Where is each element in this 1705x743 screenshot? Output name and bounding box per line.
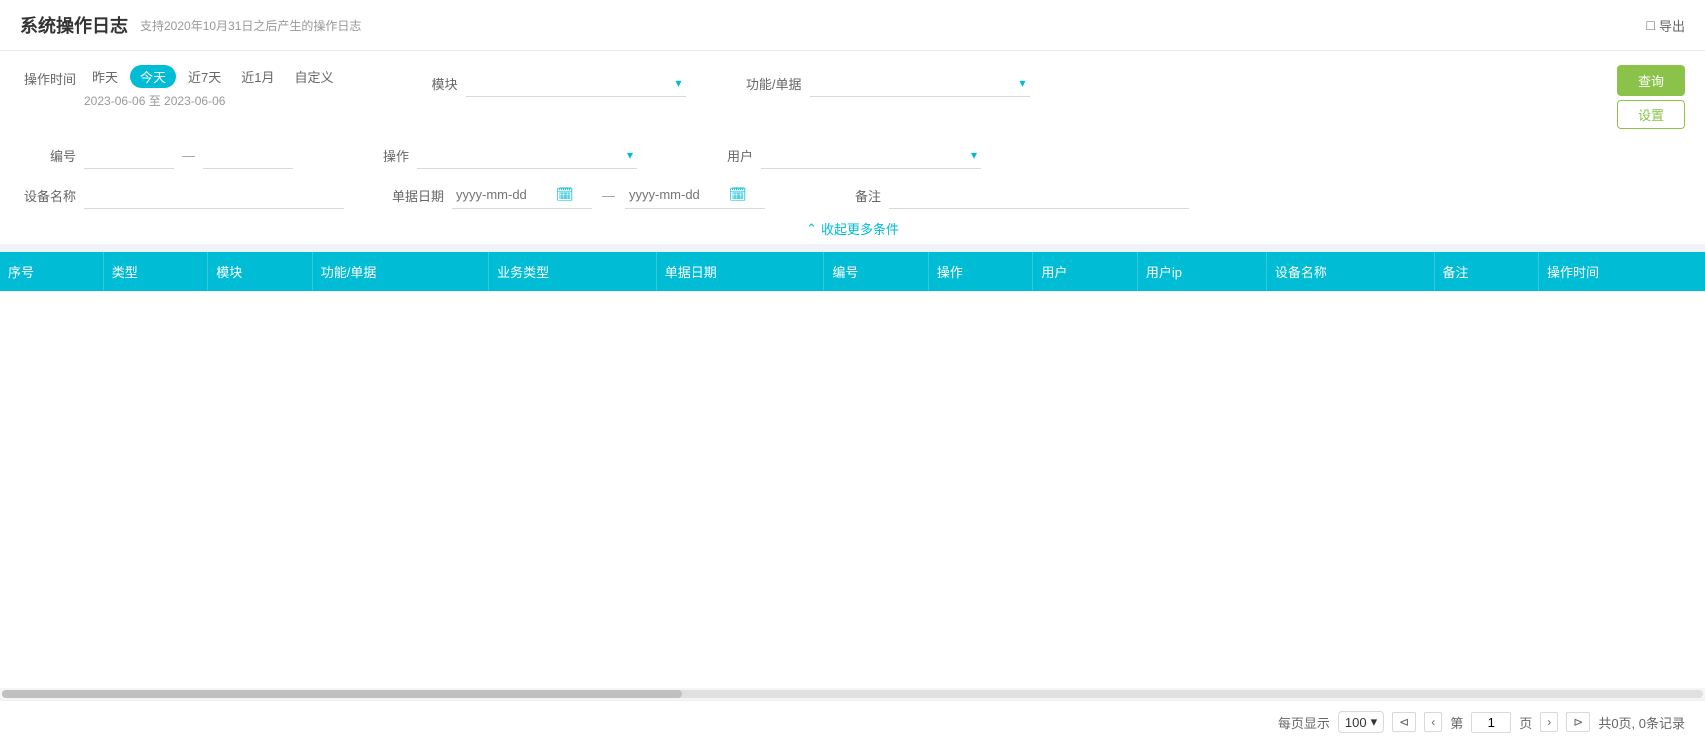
collapse-row[interactable]: ⌃ 收起更多条件 xyxy=(20,213,1685,244)
function-label: 功能/单据 xyxy=(746,74,802,93)
filter-section: 操作时间 昨天 今天 近7天 近1月 自定义 2023-06-06 至 2023… xyxy=(0,51,1705,244)
date-range: 🗓 — 🗓 xyxy=(452,181,765,209)
header-left: 系统操作日志 支持2020年10月31日之后产生的操作日志 xyxy=(20,12,361,38)
page-size-chevron-icon: ▾ xyxy=(1371,714,1378,730)
device-label: 设备名称 xyxy=(20,186,76,205)
settings-button[interactable]: 设置 xyxy=(1617,100,1685,129)
operation-label: 操作 xyxy=(353,146,409,165)
time-buttons-row: 昨天 今天 近7天 近1月 自定义 xyxy=(84,65,342,88)
date-from-wrap: 🗓 xyxy=(452,181,592,209)
operation-select[interactable]: ▾ xyxy=(417,141,637,169)
col-user: 用户 xyxy=(1033,252,1137,291)
col-number: 编号 xyxy=(824,252,928,291)
col-operation: 操作 xyxy=(928,252,1032,291)
user-select[interactable]: ▾ xyxy=(761,141,981,169)
col-function: 功能/单据 xyxy=(312,252,488,291)
number-label: 编号 xyxy=(20,146,76,165)
next-page-button[interactable]: › xyxy=(1540,712,1558,732)
total-records: 共0页, 0条记录 xyxy=(1598,713,1685,732)
number-range: — xyxy=(84,141,293,169)
export-icon: □ xyxy=(1647,17,1655,33)
filter-row3: 设备名称 单据日期 🗓 — 🗓 xyxy=(20,169,1685,213)
number-from-input[interactable] xyxy=(84,141,174,169)
date-sep: — xyxy=(596,188,621,203)
filter-row2: 编号 — 操作 ▾ 用户 ▾ xyxy=(20,129,1685,169)
col-remark: 备注 xyxy=(1434,252,1538,291)
calendar-from-icon[interactable]: 🗓 xyxy=(556,186,574,203)
scrollbar-track xyxy=(2,690,1703,698)
user-chevron-icon: ▾ xyxy=(971,148,977,162)
page-size-select[interactable]: 100 ▾ xyxy=(1338,711,1384,733)
last-page-button[interactable]: ⊳ xyxy=(1566,712,1590,732)
module-chevron-icon: ▾ xyxy=(675,76,681,90)
user-label: 用户 xyxy=(697,146,753,165)
col-op-time: 操作时间 xyxy=(1539,252,1705,291)
number-to-input[interactable] xyxy=(203,141,293,169)
page-unit: 页 xyxy=(1519,713,1532,732)
function-filter: 功能/单据 ▾ xyxy=(746,69,1030,97)
query-button[interactable]: 查询 xyxy=(1617,65,1685,96)
scrollbar-thumb[interactable] xyxy=(2,690,682,698)
module-label: 模块 xyxy=(402,74,458,93)
time-options-group: 昨天 今天 近7天 近1月 自定义 2023-06-06 至 2023-06-0… xyxy=(84,65,342,109)
time-btn-yesterday[interactable]: 昨天 xyxy=(84,65,126,88)
col-biz-type: 业务类型 xyxy=(489,252,657,291)
export-label: 导出 xyxy=(1659,16,1685,35)
time-btn-7days[interactable]: 近7天 xyxy=(180,65,229,88)
time-filter: 操作时间 昨天 今天 近7天 近1月 自定义 2023-06-06 至 2023… xyxy=(20,65,342,109)
number-filter: 编号 — xyxy=(20,141,293,169)
table-wrapper: 序号 类型 模块 功能/单据 业务类型 单据日期 编号 操作 用户 用户ip 设… xyxy=(0,252,1705,688)
export-button[interactable]: □ 导出 xyxy=(1647,16,1685,35)
data-table: 序号 类型 模块 功能/单据 业务类型 单据日期 编号 操作 用户 用户ip 设… xyxy=(0,252,1705,291)
page-subtitle: 支持2020年10月31日之后产生的操作日志 xyxy=(140,17,361,34)
number-sep: — xyxy=(174,148,203,163)
page-size-value: 100 xyxy=(1345,715,1367,730)
per-page-label: 每页显示 xyxy=(1278,713,1330,732)
date-to-input[interactable] xyxy=(629,187,729,202)
calendar-to-icon[interactable]: 🗓 xyxy=(729,186,747,203)
voucher-date-label: 单据日期 xyxy=(388,186,444,205)
page-number-input[interactable] xyxy=(1471,712,1511,733)
time-label: 操作时间 xyxy=(20,69,76,88)
page-label: 第 xyxy=(1450,713,1463,732)
pagination-bar: 每页显示 100 ▾ ⊲ ‹ 第 页 › ⊳ 共0页, 0条记录 xyxy=(0,700,1705,743)
table-header-row: 序号 类型 模块 功能/单据 业务类型 单据日期 编号 操作 用户 用户ip 设… xyxy=(0,252,1705,291)
device-input[interactable] xyxy=(84,181,344,209)
first-page-button[interactable]: ⊲ xyxy=(1392,712,1416,732)
col-user-ip: 用户ip xyxy=(1137,252,1266,291)
page-header: 系统操作日志 支持2020年10月31日之后产生的操作日志 □ 导出 xyxy=(0,0,1705,51)
remark-label: 备注 xyxy=(825,186,881,205)
collapse-label: 收起更多条件 xyxy=(821,219,899,238)
operation-chevron-icon: ▾ xyxy=(627,148,633,162)
module-filter: 模块 ▾ xyxy=(402,69,686,97)
operation-filter: 操作 ▾ xyxy=(353,141,637,169)
time-btn-custom[interactable]: 自定义 xyxy=(287,65,342,88)
col-device: 设备名称 xyxy=(1266,252,1434,291)
function-chevron-icon: ▾ xyxy=(1019,76,1025,90)
scrollbar-area[interactable] xyxy=(0,688,1705,700)
col-type: 类型 xyxy=(103,252,207,291)
col-module: 模块 xyxy=(208,252,312,291)
time-btn-1month[interactable]: 近1月 xyxy=(233,65,282,88)
remark-filter: 备注 xyxy=(825,181,1189,209)
function-select[interactable]: ▾ xyxy=(810,69,1030,97)
module-select[interactable]: ▾ xyxy=(466,69,686,97)
collapse-chevron-icon: ⌃ xyxy=(806,221,817,237)
remark-input[interactable] xyxy=(889,181,1189,209)
action-buttons: 查询 设置 xyxy=(1617,65,1685,129)
device-filter: 设备名称 xyxy=(20,181,344,209)
voucher-date-filter: 单据日期 🗓 — 🗓 xyxy=(388,181,765,209)
page-title: 系统操作日志 xyxy=(20,12,128,38)
date-to-wrap: 🗓 xyxy=(625,181,765,209)
prev-page-button[interactable]: ‹ xyxy=(1424,712,1442,732)
user-filter: 用户 ▾ xyxy=(697,141,981,169)
time-btn-today[interactable]: 今天 xyxy=(130,65,176,88)
time-range-display: 2023-06-06 至 2023-06-06 xyxy=(84,92,342,109)
col-seq: 序号 xyxy=(0,252,103,291)
col-voucher-date: 单据日期 xyxy=(656,252,824,291)
date-from-input[interactable] xyxy=(456,187,556,202)
